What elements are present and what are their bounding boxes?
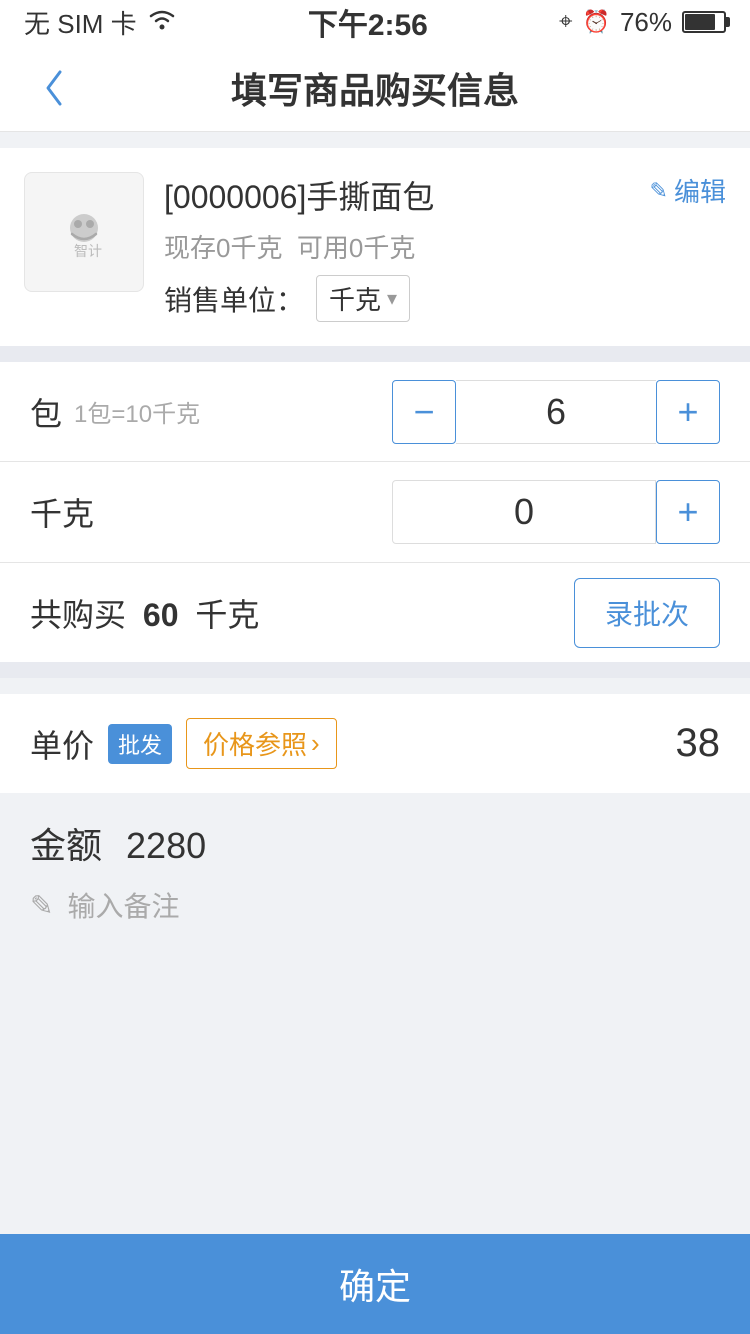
product-info: [0000006]手撕面包 现存0千克 可用0千克 销售单位： 千克 ▾ xyxy=(164,172,630,322)
total-section: 共购买 60 千克 录批次 xyxy=(0,562,750,662)
edit-icon: ✎ xyxy=(650,178,668,204)
bag-label: 包 xyxy=(30,389,62,435)
status-left: 无 SIM 卡 xyxy=(24,4,177,41)
confirm-button[interactable]: 确定 xyxy=(0,1234,750,1334)
kg-input-row: 千克 + xyxy=(0,462,750,562)
price-reference-button[interactable]: 价格参照 › xyxy=(186,718,337,769)
product-image: 智计 xyxy=(24,172,144,292)
bag-hint: 1包=10千克 xyxy=(74,394,392,429)
product-stock: 现存0千克 可用0千克 xyxy=(164,228,630,265)
price-value: 38 xyxy=(676,721,721,766)
pencil-icon: ✎ xyxy=(30,889,53,922)
unit-select[interactable]: 千克 ▾ xyxy=(316,275,410,322)
location-icon: ⌖ xyxy=(559,8,573,36)
confirm-label: 确定 xyxy=(339,1258,411,1310)
svg-text:智计: 智计 xyxy=(74,243,102,259)
status-right: ⌖ ⏰ 76% xyxy=(559,7,726,38)
nav-bar: 填写商品购买信息 xyxy=(0,44,750,132)
amount-row: 金额 2280 xyxy=(30,817,720,869)
price-section: 单价 批发 价格参照 › 38 xyxy=(0,694,750,793)
product-card: 智计 [0000006]手撕面包 现存0千克 可用0千克 销售单位： 千克 ▾ … xyxy=(0,148,750,346)
section-divider-2 xyxy=(0,662,750,678)
wifi-icon xyxy=(147,8,177,37)
price-left: 单价 批发 价格参照 › xyxy=(30,718,337,769)
price-type-badge: 批发 xyxy=(108,724,172,764)
amount-value: 2280 xyxy=(126,825,206,866)
kg-input-controls: + xyxy=(392,480,720,544)
price-row: 单价 批发 价格参照 › 38 xyxy=(30,718,720,769)
battery-icon xyxy=(682,11,726,33)
time-display: 下午2:56 xyxy=(308,0,428,44)
section-divider-1 xyxy=(0,346,750,362)
kg-plus-button[interactable]: + xyxy=(656,480,720,544)
bag-minus-button[interactable]: − xyxy=(392,380,456,444)
kg-label: 千克 xyxy=(30,489,94,535)
page-title: 填写商品购买信息 xyxy=(84,62,666,114)
alarm-icon: ⏰ xyxy=(583,9,610,35)
total-text: 共购买 60 千克 xyxy=(30,590,259,636)
chevron-right-icon: › xyxy=(311,728,320,759)
bag-plus-button[interactable]: + xyxy=(656,380,720,444)
product-unit-row: 销售单位： 千克 ▾ xyxy=(164,275,630,322)
product-name: [0000006]手撕面包 xyxy=(164,172,630,218)
amount-section: 金额 2280 ✎ 输入备注 xyxy=(0,793,750,941)
carrier-text: 无 SIM 卡 xyxy=(24,4,137,41)
kg-value-input[interactable] xyxy=(392,480,656,544)
remark-placeholder: 输入备注 xyxy=(67,885,179,925)
product-card-right: ✎ 编辑 xyxy=(650,172,726,209)
status-bar: 无 SIM 卡 下午2:56 ⌖ ⏰ 76% xyxy=(0,0,750,44)
bag-input-row: 包 1包=10千克 − + xyxy=(0,362,750,462)
input-section: 包 1包=10千克 − + 千克 + xyxy=(0,362,750,562)
battery-percent: 76% xyxy=(620,7,672,38)
price-label: 单价 xyxy=(30,721,94,767)
bag-value-input[interactable] xyxy=(456,380,656,444)
record-batch-button[interactable]: 录批次 xyxy=(574,578,720,648)
total-amount: 60 xyxy=(143,597,179,633)
back-button[interactable] xyxy=(24,58,84,118)
bag-input-controls: − + xyxy=(392,380,720,444)
edit-button[interactable]: ✎ 编辑 xyxy=(650,172,726,209)
remark-row[interactable]: ✎ 输入备注 xyxy=(30,885,720,925)
chevron-down-icon: ▾ xyxy=(387,286,397,311)
